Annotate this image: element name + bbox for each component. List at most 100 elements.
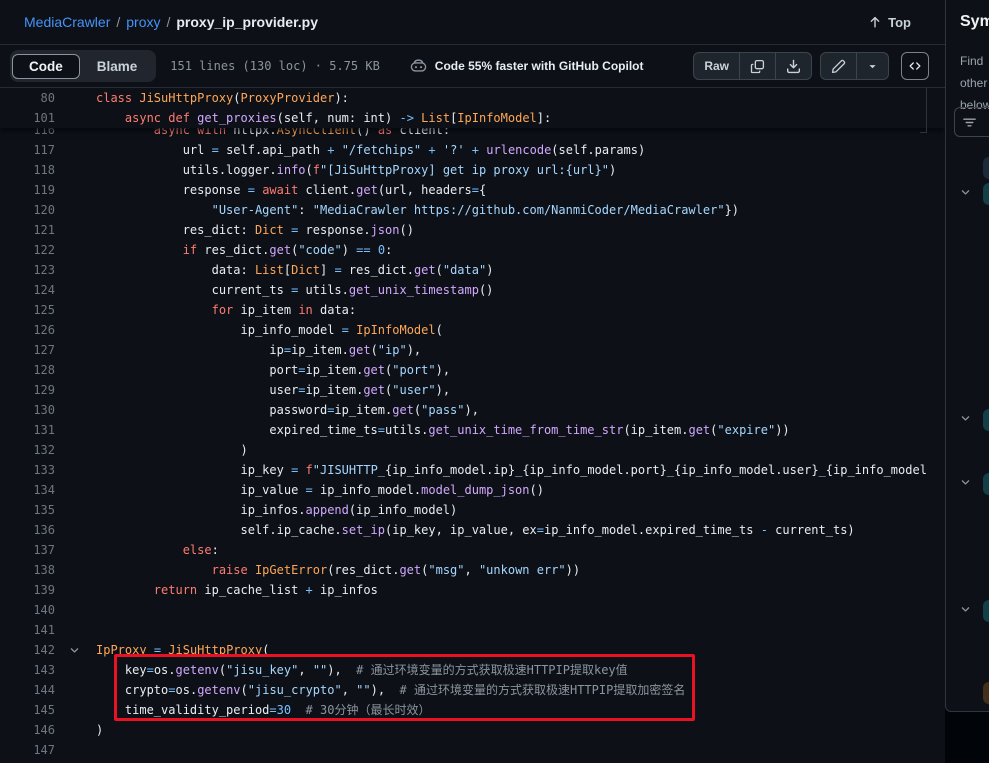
line-number[interactable]: 146	[0, 720, 55, 740]
code-line: 122 if res_dict.get("code") == 0:	[0, 240, 945, 260]
code-line: 138 raise IpGetError(res_dict.get("msg",…	[0, 560, 945, 580]
line-number[interactable]: 145	[0, 700, 55, 720]
download-button[interactable]	[776, 53, 811, 79]
code-text: async def get_proxies(self, num: int) ->…	[96, 108, 551, 128]
line-number[interactable]: 117	[0, 140, 55, 160]
gutter	[55, 300, 96, 320]
line-number[interactable]: 138	[0, 560, 55, 580]
line-number[interactable]: 130	[0, 400, 55, 420]
line-number[interactable]: 125	[0, 300, 55, 320]
line-number[interactable]: 134	[0, 480, 55, 500]
code-text: "User-Agent": "MediaCrawler https://gith…	[96, 200, 739, 220]
code-line: 141	[0, 620, 945, 640]
symbol-badge	[983, 473, 989, 495]
line-number[interactable]: 122	[0, 240, 55, 260]
line-number[interactable]: 123	[0, 260, 55, 280]
breadcrumb-folder-link[interactable]: proxy	[126, 14, 160, 30]
gutter	[55, 260, 96, 280]
line-number[interactable]: 133	[0, 460, 55, 480]
code-text: else:	[96, 540, 219, 560]
gutter	[55, 108, 96, 128]
code-line: 127 ip=ip_item.get("ip"),	[0, 340, 945, 360]
symbols-panel-toggle-button[interactable]	[901, 52, 929, 80]
line-number[interactable]: 80	[0, 88, 55, 108]
line-number[interactable]: 126	[0, 320, 55, 340]
code-text: if res_dict.get("code") == 0:	[96, 240, 392, 260]
line-number[interactable]: 142	[0, 640, 55, 660]
symbols-heading: Sym	[960, 13, 989, 31]
file-header: MediaCrawler / proxy / proxy_ip_provider…	[0, 0, 945, 45]
line-number[interactable]: 147	[0, 740, 55, 760]
symbol-badge	[983, 157, 989, 179]
code-text: crypto=os.getenv("jisu_crypto", ""), # 通…	[96, 680, 685, 700]
gutter	[55, 200, 96, 220]
line-number[interactable]: 137	[0, 540, 55, 560]
line-number[interactable]: 135	[0, 500, 55, 520]
symbol-badge	[983, 682, 989, 704]
line-number[interactable]: 121	[0, 220, 55, 240]
line-number[interactable]: 118	[0, 160, 55, 180]
line-number[interactable]: 101	[0, 108, 55, 128]
code-text: expired_time_ts=utils.get_unix_time_from…	[96, 420, 790, 440]
code-line: 126 ip_info_model = IpInfoModel(	[0, 320, 945, 340]
chevron-down-icon[interactable]	[959, 186, 972, 199]
line-number[interactable]: 139	[0, 580, 55, 600]
chevron-down-icon[interactable]	[959, 603, 972, 616]
line-number[interactable]: 128	[0, 360, 55, 380]
line-number[interactable]: 143	[0, 660, 55, 680]
gutter	[55, 720, 96, 740]
edit-dropdown-button[interactable]	[857, 53, 888, 79]
symbol-row[interactable]	[946, 473, 989, 495]
line-number[interactable]: 144	[0, 680, 55, 700]
symbol-row[interactable]	[946, 682, 989, 704]
code-line: 117 url = self.api_path + "/fetchips" + …	[0, 140, 945, 160]
copy-button[interactable]	[740, 53, 776, 79]
gutter	[55, 460, 96, 480]
line-number[interactable]: 127	[0, 340, 55, 360]
code-line: 136 self.ip_cache.set_ip(ip_key, ip_valu…	[0, 520, 945, 540]
tab-code[interactable]: Code	[12, 54, 80, 79]
gutter	[55, 280, 96, 300]
code-text: ip=ip_item.get("ip"),	[96, 340, 421, 360]
breadcrumb-repo-link[interactable]: MediaCrawler	[24, 14, 110, 30]
tab-blame[interactable]: Blame	[80, 54, 155, 79]
caret-down-icon	[867, 61, 878, 72]
line-number[interactable]: 124	[0, 280, 55, 300]
line-number[interactable]: 119	[0, 180, 55, 200]
line-number[interactable]: 131	[0, 420, 55, 440]
line-number[interactable]: 140	[0, 600, 55, 620]
breadcrumb-separator: /	[116, 14, 120, 30]
code-text: return ip_cache_list + ip_infos	[96, 580, 378, 600]
code-blame-switcher: Code Blame	[10, 50, 156, 82]
code-text: class JiSuHttpProxy(ProxyProvider):	[96, 88, 349, 108]
filter-symbols-button[interactable]	[954, 107, 989, 137]
symbol-row[interactable]	[946, 409, 989, 431]
symbol-row[interactable]	[946, 157, 989, 179]
line-number[interactable]: 141	[0, 620, 55, 640]
gutter	[55, 680, 96, 700]
line-number[interactable]: 136	[0, 520, 55, 540]
line-number[interactable]: 120	[0, 200, 55, 220]
code-line: 129 user=ip_item.get("user"),	[0, 380, 945, 400]
pencil-icon	[831, 59, 846, 74]
symbol-row[interactable]	[946, 600, 989, 622]
edit-button[interactable]	[821, 53, 857, 79]
fold-chevron-icon[interactable]	[55, 640, 96, 660]
code-text: )	[96, 440, 248, 460]
sticky-lines: 80class JiSuHttpProxy(ProxyProvider):101…	[0, 88, 945, 128]
line-number[interactable]: 129	[0, 380, 55, 400]
symbol-row[interactable]	[946, 183, 989, 205]
chevron-down-icon[interactable]	[959, 412, 972, 425]
file-toolbar: Code Blame 151 lines (130 loc) · 5.75 KB…	[0, 45, 945, 88]
code-line: 80 class JiSuHttpProxy(ProxyProvider):	[0, 88, 945, 108]
back-to-top-button[interactable]: Top	[868, 15, 911, 30]
chevron-down-icon[interactable]	[959, 476, 972, 489]
symbols-description-line: other	[960, 72, 989, 94]
code-icon	[908, 59, 922, 73]
code-line: 119 response = await client.get(url, hea…	[0, 180, 945, 200]
code-line: 120 "User-Agent": "MediaCrawler https://…	[0, 200, 945, 220]
line-number[interactable]: 132	[0, 440, 55, 460]
gutter	[55, 500, 96, 520]
code-line: 101 async def get_proxies(self, num: int…	[0, 108, 945, 128]
raw-button[interactable]: Raw	[694, 53, 740, 79]
